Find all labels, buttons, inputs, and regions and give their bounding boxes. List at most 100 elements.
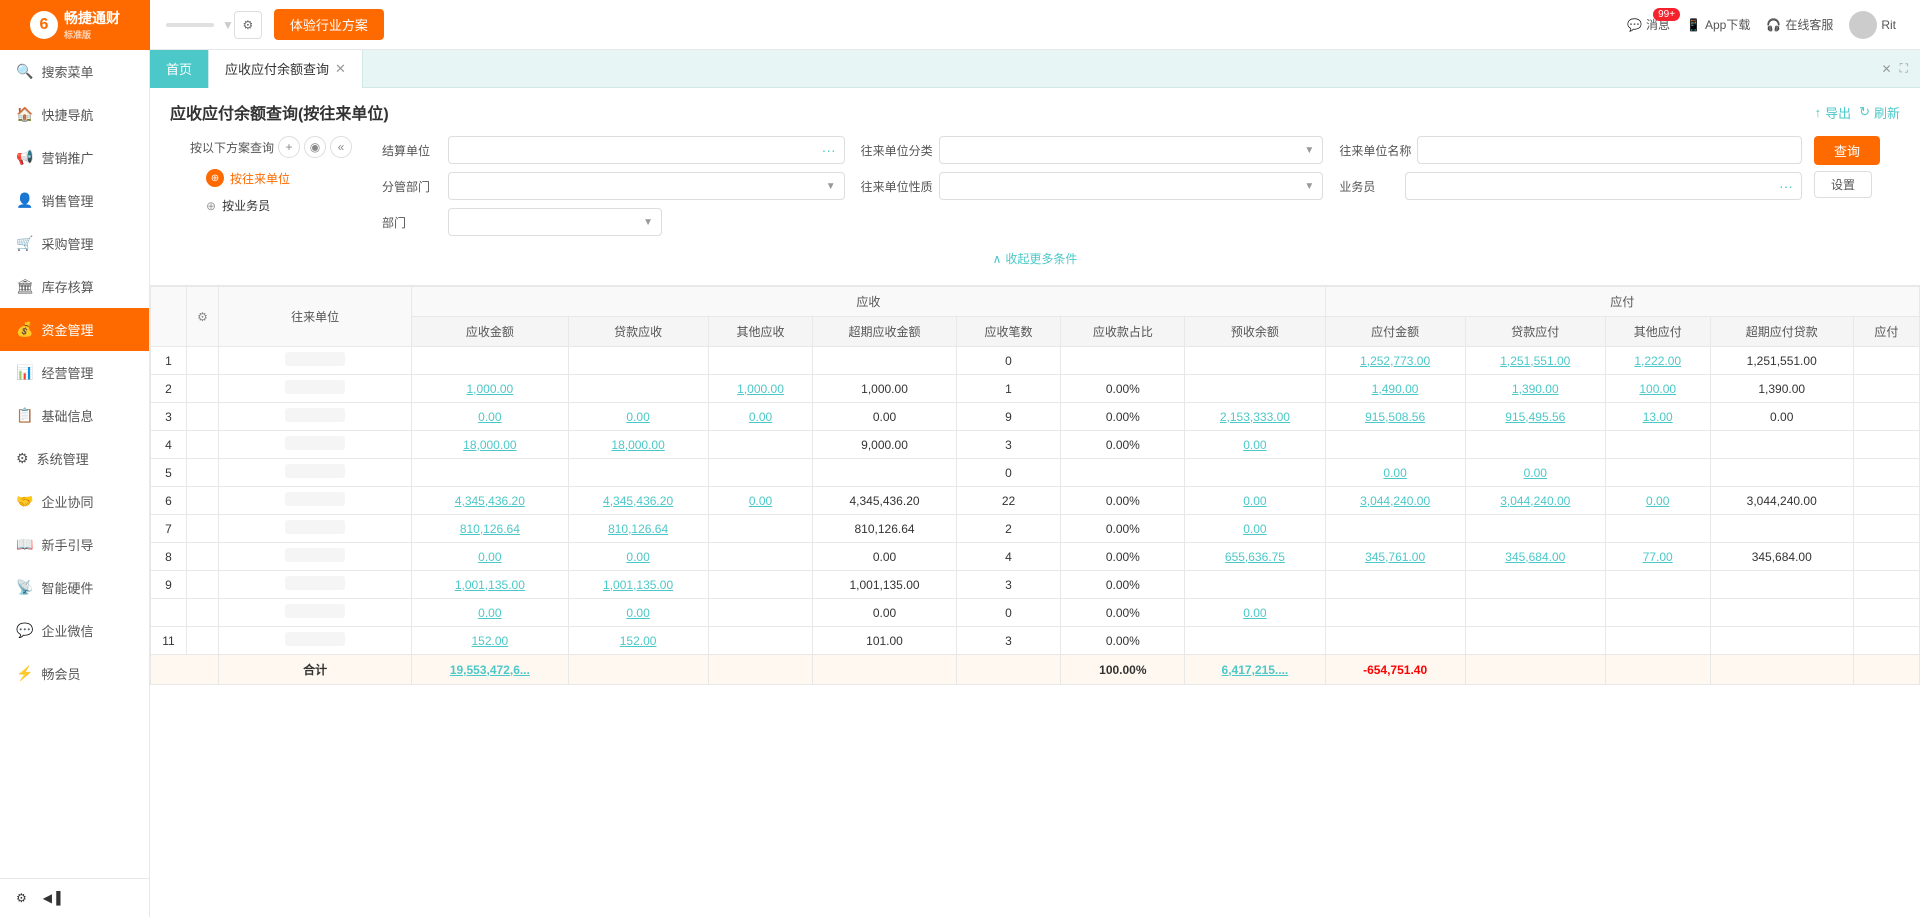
table-cell[interactable]: 1,251,551.00	[1465, 347, 1605, 375]
table-cell[interactable]	[1325, 571, 1465, 599]
table-cell[interactable]	[568, 459, 708, 487]
table-cell[interactable]: 0.00	[1185, 431, 1325, 459]
table-cell[interactable]: 0.00	[708, 403, 813, 431]
tab-arbalance[interactable]: 应收应付余额查询 ✕	[209, 50, 363, 88]
table-cell[interactable]: 4,345,436.20	[568, 487, 708, 515]
table-cell[interactable]: 3,044,240.00	[1325, 487, 1465, 515]
table-cell[interactable]	[1605, 431, 1710, 459]
tab-close-icon[interactable]: ✕	[335, 61, 346, 77]
settlement-dots[interactable]: ···	[822, 142, 836, 158]
dept-select[interactable]: ▼	[448, 208, 662, 236]
table-cell[interactable]: 0.00	[412, 543, 568, 571]
table-cell[interactable]: 0.00	[1465, 459, 1605, 487]
table-cell[interactable]: 152.00	[568, 627, 708, 655]
tab-expand-icon[interactable]: ⛶	[1900, 61, 1908, 76]
sidebar-item-finance[interactable]: 💰 资金管理	[0, 308, 149, 351]
table-cell[interactable]: 0.00	[568, 543, 708, 571]
table-cell[interactable]: 13.00	[1605, 403, 1710, 431]
table-cell[interactable]	[708, 459, 813, 487]
user-info[interactable]: Rit	[1849, 11, 1896, 39]
sidebar-item-marketing[interactable]: 📢 营销推广	[0, 136, 149, 179]
table-cell[interactable]	[1605, 599, 1710, 627]
sidebar-settings-icon[interactable]: ⚙	[16, 891, 27, 905]
table-cell[interactable]	[708, 431, 813, 459]
table-cell[interactable]: 4,345,436.20	[412, 487, 568, 515]
table-cell[interactable]	[1465, 571, 1605, 599]
table-cell[interactable]: 152.00	[412, 627, 568, 655]
table-cell[interactable]: 1,001,135.00	[412, 571, 568, 599]
table-cell[interactable]	[1605, 515, 1710, 543]
download-button[interactable]: 📱 App下载	[1686, 16, 1750, 33]
sidebar-collapse-icon[interactable]: ◀▐	[43, 891, 61, 905]
col-settings-icon[interactable]: ⚙	[197, 310, 208, 324]
sidebar-item-quick-nav[interactable]: 🏠 快捷导航	[0, 93, 149, 136]
table-cell[interactable]: 0.00	[1325, 459, 1465, 487]
table-cell[interactable]	[1465, 599, 1605, 627]
settlement-input[interactable]: ···	[448, 136, 845, 164]
edit-scheme-button[interactable]: ◉	[304, 136, 326, 158]
table-cell[interactable]	[708, 571, 813, 599]
add-scheme-button[interactable]: +	[278, 136, 300, 158]
table-cell[interactable]	[568, 375, 708, 403]
scheme-by-staff[interactable]: ⊕ 按业务员	[198, 194, 370, 217]
table-cell[interactable]	[708, 599, 813, 627]
dept-manage-select[interactable]: ▼	[448, 172, 845, 200]
sidebar-item-member[interactable]: ⚡ 畅会员	[0, 652, 149, 695]
table-cell[interactable]: 810,126.64	[412, 515, 568, 543]
table-cell[interactable]: 915,508.56	[1325, 403, 1465, 431]
table-cell[interactable]	[1185, 347, 1325, 375]
table-cell[interactable]	[1185, 459, 1325, 487]
service-button[interactable]: 🎧 在线客服	[1766, 16, 1833, 33]
gear-button[interactable]: ⚙	[234, 11, 262, 39]
table-cell[interactable]	[1185, 627, 1325, 655]
table-cell[interactable]: 1,390.00	[1465, 375, 1605, 403]
table-cell[interactable]: 2,153,333.00	[1185, 403, 1325, 431]
table-cell[interactable]	[708, 515, 813, 543]
sidebar-item-operation[interactable]: 📊 经营管理	[0, 351, 149, 394]
sidebar-item-system[interactable]: ⚙ 系统管理	[0, 437, 149, 480]
table-cell[interactable]	[1465, 627, 1605, 655]
table-cell[interactable]	[708, 543, 813, 571]
sidebar-item-purchase[interactable]: 🛒 采购管理	[0, 222, 149, 265]
table-cell[interactable]: 18,000.00	[412, 431, 568, 459]
table-cell[interactable]: 1,000.00	[412, 375, 568, 403]
category-select[interactable]: ▼	[939, 136, 1324, 164]
table-cell[interactable]: 0.00	[412, 403, 568, 431]
table-cell[interactable]: 655,636.75	[1185, 543, 1325, 571]
table-cell[interactable]	[708, 347, 813, 375]
table-cell[interactable]	[1465, 515, 1605, 543]
trial-button[interactable]: 体验行业方案	[274, 9, 384, 40]
table-cell[interactable]	[412, 459, 568, 487]
salesperson-input[interactable]: ···	[1405, 172, 1802, 200]
table-cell[interactable]: 0.00	[1185, 515, 1325, 543]
table-cell[interactable]	[1185, 571, 1325, 599]
table-cell[interactable]: 0.00	[708, 487, 813, 515]
table-cell[interactable]: 0.00	[568, 403, 708, 431]
table-cell[interactable]	[1325, 599, 1465, 627]
table-cell[interactable]: 810,126.64	[568, 515, 708, 543]
table-cell[interactable]	[1185, 375, 1325, 403]
table-cell[interactable]: 77.00	[1605, 543, 1710, 571]
table-cell[interactable]: 345,684.00	[1465, 543, 1605, 571]
salesperson-dots[interactable]: ···	[1779, 178, 1793, 194]
table-cell[interactable]	[708, 627, 813, 655]
table-cell[interactable]: 0.00	[568, 599, 708, 627]
table-cell[interactable]: 345,761.00	[1325, 543, 1465, 571]
collapse-scheme-button[interactable]: «	[330, 136, 352, 158]
table-cell[interactable]: 1,490.00	[1325, 375, 1465, 403]
table-cell[interactable]: 1,001,135.00	[568, 571, 708, 599]
table-cell[interactable]: 0.00	[1605, 487, 1710, 515]
collapse-bar[interactable]: ∧ 收起更多条件	[190, 244, 1880, 273]
refresh-button[interactable]: ↻ 刷新	[1859, 103, 1900, 122]
table-cell[interactable]	[1605, 459, 1710, 487]
sidebar-item-search-menu[interactable]: 🔍 搜索菜单	[0, 50, 149, 93]
table-cell[interactable]	[1325, 627, 1465, 655]
sidebar-item-inventory[interactable]: 🏛 库存核算	[0, 265, 149, 308]
message-button[interactable]: 💬 消息 99+	[1627, 16, 1670, 33]
table-cell[interactable]: 0.00	[1185, 599, 1325, 627]
sidebar-item-guide[interactable]: 📖 新手引导	[0, 523, 149, 566]
query-button[interactable]: 查询	[1814, 136, 1880, 165]
table-cell[interactable]	[1325, 431, 1465, 459]
sidebar-item-sales[interactable]: 👤 销售管理	[0, 179, 149, 222]
tab-home[interactable]: 首页	[150, 50, 209, 88]
